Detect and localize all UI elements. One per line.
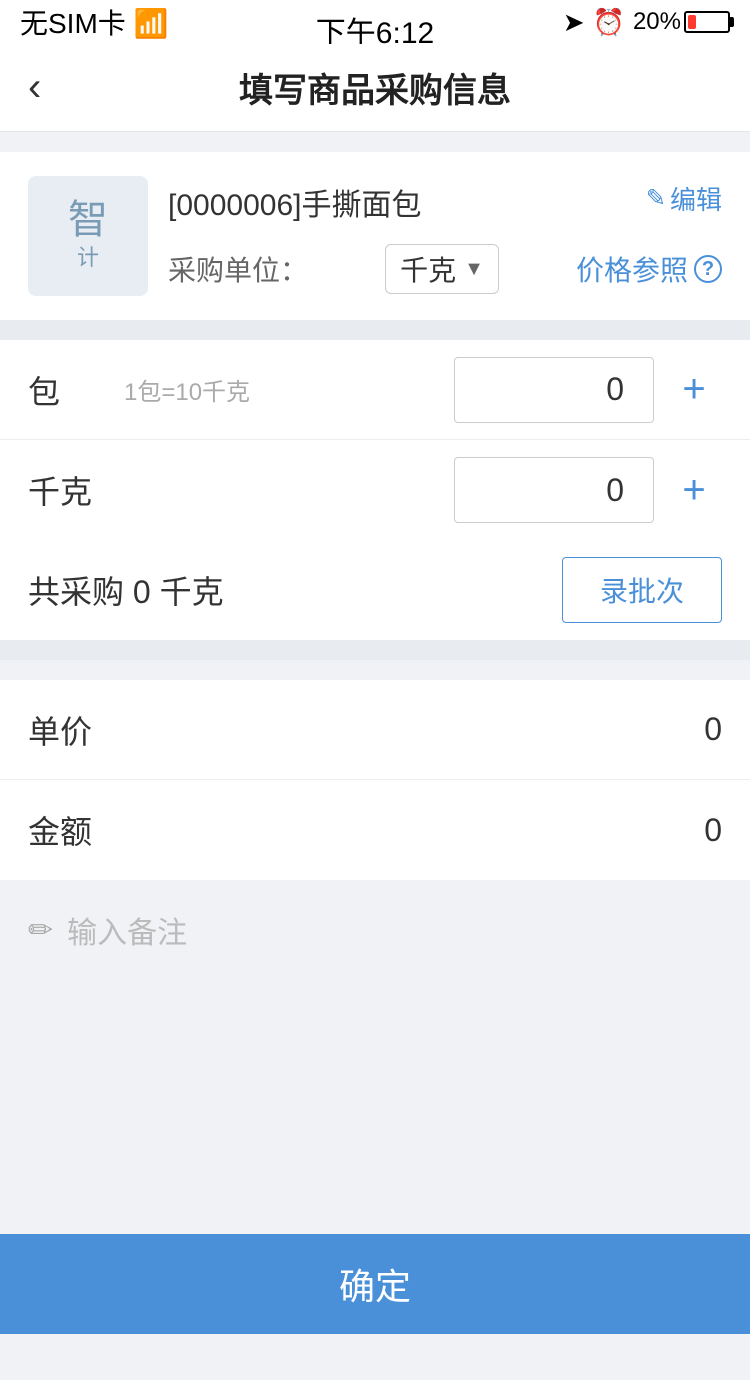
nav-bar: ‹ 填写商品采购信息 (0, 44, 750, 132)
kg-field-wrapper: + (454, 457, 722, 523)
alarm-icon: ⏰ (593, 7, 625, 38)
chevron-down-icon: ▼ (464, 258, 484, 281)
battery-indicator: 20% (633, 8, 730, 36)
product-card: 智 计 [0000006]手撕面包 ✎ 编辑 采购单位： 千克 ▼ 价格参照 ? (0, 152, 750, 320)
section-divider-2 (0, 640, 750, 660)
confirm-button[interactable]: 确定 (0, 1234, 750, 1334)
unit-price-row: 单价 0 (0, 680, 750, 780)
amount-value: 0 (704, 812, 722, 849)
bag-input-row: 包 1包=10千克 + (0, 340, 750, 440)
kg-input-row: 千克 + (0, 440, 750, 540)
battery-percent: 20% (633, 8, 681, 36)
edit-button[interactable]: ✎ 编辑 (646, 180, 722, 217)
bag-field-wrapper: + (454, 357, 722, 423)
battery-fill (688, 15, 696, 29)
bag-sublabel: 1包=10千克 (124, 372, 250, 407)
unit-price-label: 单价 (28, 707, 92, 753)
bag-plus-button[interactable]: + (666, 362, 722, 418)
logo-top: 智 (68, 198, 108, 242)
unit-price-value: 0 (704, 711, 722, 748)
section-divider-1 (0, 320, 750, 340)
product-logo: 智 计 (68, 200, 108, 272)
bag-input[interactable] (454, 357, 654, 423)
info-icon: ? (694, 255, 722, 283)
pencil-icon: ✏ (28, 913, 53, 948)
product-name: [0000006]手撕面包 (168, 180, 421, 224)
status-signal: 无SIM卡 📶 (20, 2, 168, 42)
location-icon: ➤ (563, 7, 585, 38)
status-bar: 无SIM卡 📶 下午6:12 ➤ ⏰ 20% (0, 0, 750, 44)
amount-row: 金额 0 (0, 780, 750, 880)
edit-icon: ✎ (646, 184, 666, 213)
summary-row: 共采购 0 千克 录批次 (0, 540, 750, 640)
unit-label: 采购单位： (168, 249, 308, 289)
status-right: ➤ ⏰ 20% (563, 7, 730, 38)
record-batch-button[interactable]: 录批次 (562, 557, 722, 623)
product-header: [0000006]手撕面包 ✎ 编辑 (168, 180, 722, 224)
price-section: 单价 0 金额 0 (0, 680, 750, 880)
price-ref-button[interactable]: 价格参照 ? (576, 249, 722, 289)
kg-input[interactable] (454, 457, 654, 523)
kg-plus-button[interactable]: + (666, 462, 722, 518)
bag-label: 包 (28, 367, 118, 413)
notes-section[interactable]: ✏ 输入备注 (0, 880, 750, 980)
input-section: 包 1包=10千克 + 千克 + (0, 340, 750, 540)
kg-label: 千克 (28, 467, 118, 513)
summary-text: 共采购 0 千克 (28, 567, 224, 613)
logo-bottom: 计 (68, 240, 108, 272)
battery-icon (684, 11, 730, 33)
amount-label: 金额 (28, 807, 92, 853)
back-button[interactable]: ‹ (28, 65, 41, 110)
unit-select[interactable]: 千克 ▼ (385, 244, 499, 294)
notes-placeholder: 输入备注 (67, 908, 187, 952)
product-image: 智 计 (28, 176, 148, 296)
unit-row: 采购单位： 千克 ▼ 价格参照 ? (168, 244, 722, 294)
product-info: [0000006]手撕面包 ✎ 编辑 采购单位： 千克 ▼ 价格参照 ? (168, 176, 722, 294)
page-title: 填写商品采购信息 (239, 63, 511, 112)
